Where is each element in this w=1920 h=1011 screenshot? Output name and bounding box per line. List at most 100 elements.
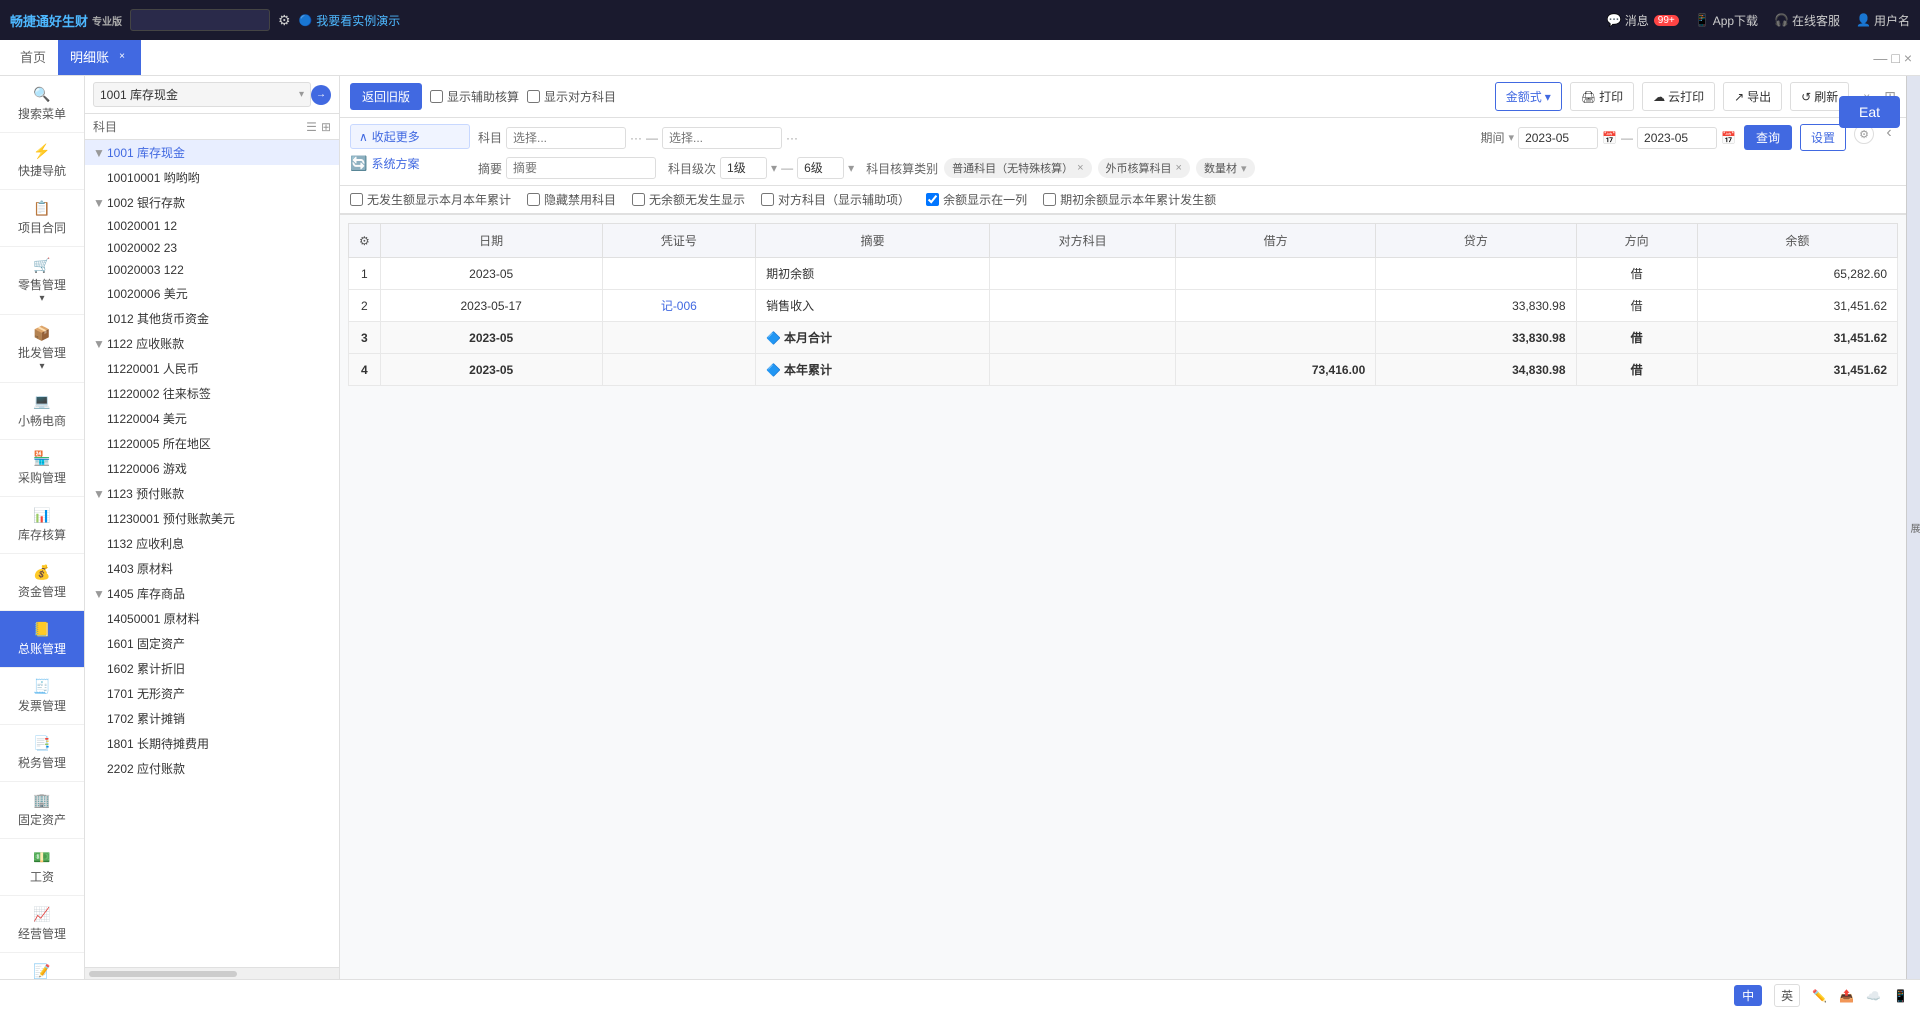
sidebar-item-project[interactable]: 📋 项目合同 — [0, 190, 84, 247]
tree-item-11220006[interactable]: 11220006 游戏 — [85, 456, 339, 481]
sidebar-item-ecommerce[interactable]: 💻 小畅电商 — [0, 383, 84, 440]
tree-item-11220001[interactable]: 11220001 人民币 — [85, 356, 339, 381]
return-old-btn[interactable]: 返回旧版 — [350, 83, 422, 110]
sidebar-item-invoice[interactable]: 🧾 发票管理 — [0, 668, 84, 725]
top-search-input[interactable] — [130, 9, 270, 31]
app-download-btn[interactable]: 📱 App下载 — [1695, 12, 1758, 29]
online-service-btn[interactable]: 🎧 在线客服 — [1774, 12, 1840, 29]
upload-icon[interactable]: 📤 — [1839, 989, 1854, 1003]
tree-item-10020001[interactable]: 10020001 12 — [85, 215, 339, 237]
sidebar-item-retail[interactable]: 🛒 零售管理 ▾ — [0, 247, 84, 315]
cb-hide-disabled[interactable]: 隐藏禁用科目 — [527, 191, 616, 208]
voucher-link[interactable]: 记-006 — [661, 299, 697, 313]
show-auxiliary-checkbox[interactable]: 显示辅助核算 — [430, 88, 519, 105]
eat-floating-btn[interactable]: Eat — [1839, 96, 1900, 128]
level-start-select[interactable]: 1级2级3级 — [720, 157, 767, 179]
tree-item-1001[interactable]: ▼ 1001 库存现金 — [85, 140, 339, 165]
type-tag-normal-remove[interactable]: × — [1077, 162, 1083, 174]
tab-home[interactable]: 首页 — [8, 40, 58, 75]
collapse-more-btn[interactable]: ∧ 收起更多 — [350, 124, 470, 149]
show-opposite-checkbox[interactable]: 显示对方科目 — [527, 88, 616, 105]
tree-item-10020003[interactable]: 10020003 122 — [85, 259, 339, 281]
tree-item-11230001[interactable]: 11230001 预付账款美元 — [85, 506, 339, 531]
sidebar-item-assets[interactable]: 🏢 固定资产 — [0, 782, 84, 839]
tree-item-1132[interactable]: 1132 应收利息 — [85, 531, 339, 556]
tree-item-1122[interactable]: ▼ 1122 应收账款 — [85, 331, 339, 356]
account-selector[interactable]: 1001 库存现金 ▾ — [93, 82, 311, 107]
type-tag-quantity-remove[interactable]: ▾ — [1241, 162, 1247, 175]
tree-collapse-icon[interactable]: ⊞ — [321, 120, 331, 134]
sidebar-item-tax[interactable]: 📑 税务管理 — [0, 725, 84, 782]
tree-item-1123[interactable]: ▼ 1123 预付账款 — [85, 481, 339, 506]
tree-item-10020006[interactable]: 10020006 美元 — [85, 281, 339, 306]
sidebar-item-wholesale[interactable]: 📦 批发管理 ▾ — [0, 315, 84, 383]
print-btn[interactable]: 🖨 打印 — [1570, 82, 1634, 111]
tree-item-1602[interactable]: 1602 累计折旧 — [85, 656, 339, 681]
expand-icon: ▼ — [93, 587, 105, 601]
tree-item-1601[interactable]: 1601 固定资产 — [85, 631, 339, 656]
tree-item-1002[interactable]: ▼ 1002 银行存款 — [85, 190, 339, 215]
tree-item-11220004[interactable]: 11220004 美元 — [85, 406, 339, 431]
tree-item-11220002[interactable]: 11220002 往来标签 — [85, 381, 339, 406]
subject-input-start[interactable] — [506, 127, 626, 149]
sidebar-item-accounting[interactable]: 📒 总账管理 — [0, 611, 84, 668]
cb-show-opposite[interactable]: 对方科目（显示辅助项） — [761, 191, 910, 208]
tree-item-1012[interactable]: 1012 其他货币资金 — [85, 306, 339, 331]
window-minimize-icon[interactable]: — — [1873, 50, 1887, 66]
account-navigate-btn[interactable]: → — [311, 85, 331, 105]
sidebar-item-shortcut[interactable]: ⚡ 快捷导航 — [0, 133, 84, 190]
tree-item-14050001[interactable]: 14050001 原材料 — [85, 606, 339, 631]
tab-detail[interactable]: 明细账 × — [58, 40, 141, 75]
sidebar-item-search[interactable]: 🔍 搜索菜单 — [0, 76, 84, 133]
tree-item-10020002[interactable]: 10020002 23 — [85, 237, 339, 259]
right-expand-panel[interactable]: 展 — [1906, 76, 1920, 979]
edit-icon[interactable]: ✏️ — [1812, 989, 1827, 1003]
cloud-icon[interactable]: ☁️ — [1866, 989, 1881, 1003]
tree-item-1405[interactable]: ▼ 1405 库存商品 — [85, 581, 339, 606]
settings-btn[interactable]: 设置 — [1800, 124, 1846, 151]
sidebar-item-capital[interactable]: 💰 资金管理 — [0, 554, 84, 611]
level-end-select[interactable]: 6级4级5级 — [797, 157, 844, 179]
format-btn[interactable]: 金额式 ▾ — [1495, 82, 1562, 111]
tree-item-1701[interactable]: 1701 无形资产 — [85, 681, 339, 706]
sidebar-item-purchase[interactable]: 🏪 采购管理 — [0, 440, 84, 497]
sidebar-item-inventory[interactable]: 📊 库存核算 — [0, 497, 84, 554]
col-settings-icon[interactable]: ⚙ — [349, 224, 381, 258]
user-avatar[interactable]: 👤 用户名 — [1856, 12, 1910, 29]
subject-input-end[interactable] — [662, 127, 782, 149]
tree-item-11220005[interactable]: 11220005 所在地区 — [85, 431, 339, 456]
mobile-icon[interactable]: 📱 — [1893, 989, 1908, 1003]
sidebar-item-report[interactable]: 📝 小畅报销 — [0, 953, 84, 979]
tree-hscroll[interactable] — [89, 971, 237, 977]
tree-item-1702[interactable]: 1702 累计摊销 — [85, 706, 339, 731]
window-maximize-icon[interactable]: □ — [1891, 50, 1899, 66]
tree-list-icon[interactable]: ☰ — [306, 120, 317, 134]
query-btn[interactable]: 查询 — [1744, 125, 1792, 150]
period-end-input[interactable] — [1637, 127, 1717, 149]
sidebar-item-operations[interactable]: 📈 经营管理 — [0, 896, 84, 953]
sidebar-item-salary[interactable]: 💵 工资 — [0, 839, 84, 896]
export-btn[interactable]: ↗ 导出 — [1723, 82, 1782, 111]
cb-no-balance[interactable]: 无余额无发生显示 — [632, 191, 745, 208]
tab-close-icon[interactable]: × — [115, 50, 129, 64]
tree-item-1403[interactable]: 1403 原材料 — [85, 556, 339, 581]
tree-item-2202[interactable]: 2202 应付账款 — [85, 756, 339, 781]
translate-btn[interactable]: 中 — [1734, 985, 1762, 1006]
tree-item-10010001[interactable]: 10010001 哟哟哟 — [85, 165, 339, 190]
message-btn[interactable]: 💬 消息 99+ — [1607, 12, 1679, 29]
demo-link[interactable]: 🔵 我要看实例演示 — [299, 12, 401, 29]
period-start-input[interactable] — [1518, 127, 1598, 149]
cb-show-year-acc[interactable]: 期初余额显示本年累计发生额 — [1043, 191, 1216, 208]
cloud-print-btn[interactable]: ☁ 云打印 — [1642, 82, 1715, 111]
settings-icon[interactable]: ⚙ — [278, 12, 291, 29]
system-scheme-btn[interactable]: 🔄 系统方案 — [350, 155, 470, 172]
no-expand — [93, 637, 105, 651]
type-tag-foreign-remove[interactable]: × — [1176, 162, 1182, 174]
cb-no-occurrence[interactable]: 无发生额显示本月本年累计 — [350, 191, 511, 208]
summary-input[interactable] — [506, 157, 656, 179]
tree-item-1801[interactable]: 1801 长期待摊费用 — [85, 731, 339, 756]
lang-btn[interactable]: 英 — [1774, 984, 1800, 1007]
cb-balance-one-col[interactable]: 余额显示在一列 — [926, 191, 1027, 208]
window-close-icon[interactable]: × — [1904, 50, 1912, 66]
expand-icon: ▼ — [93, 487, 105, 501]
